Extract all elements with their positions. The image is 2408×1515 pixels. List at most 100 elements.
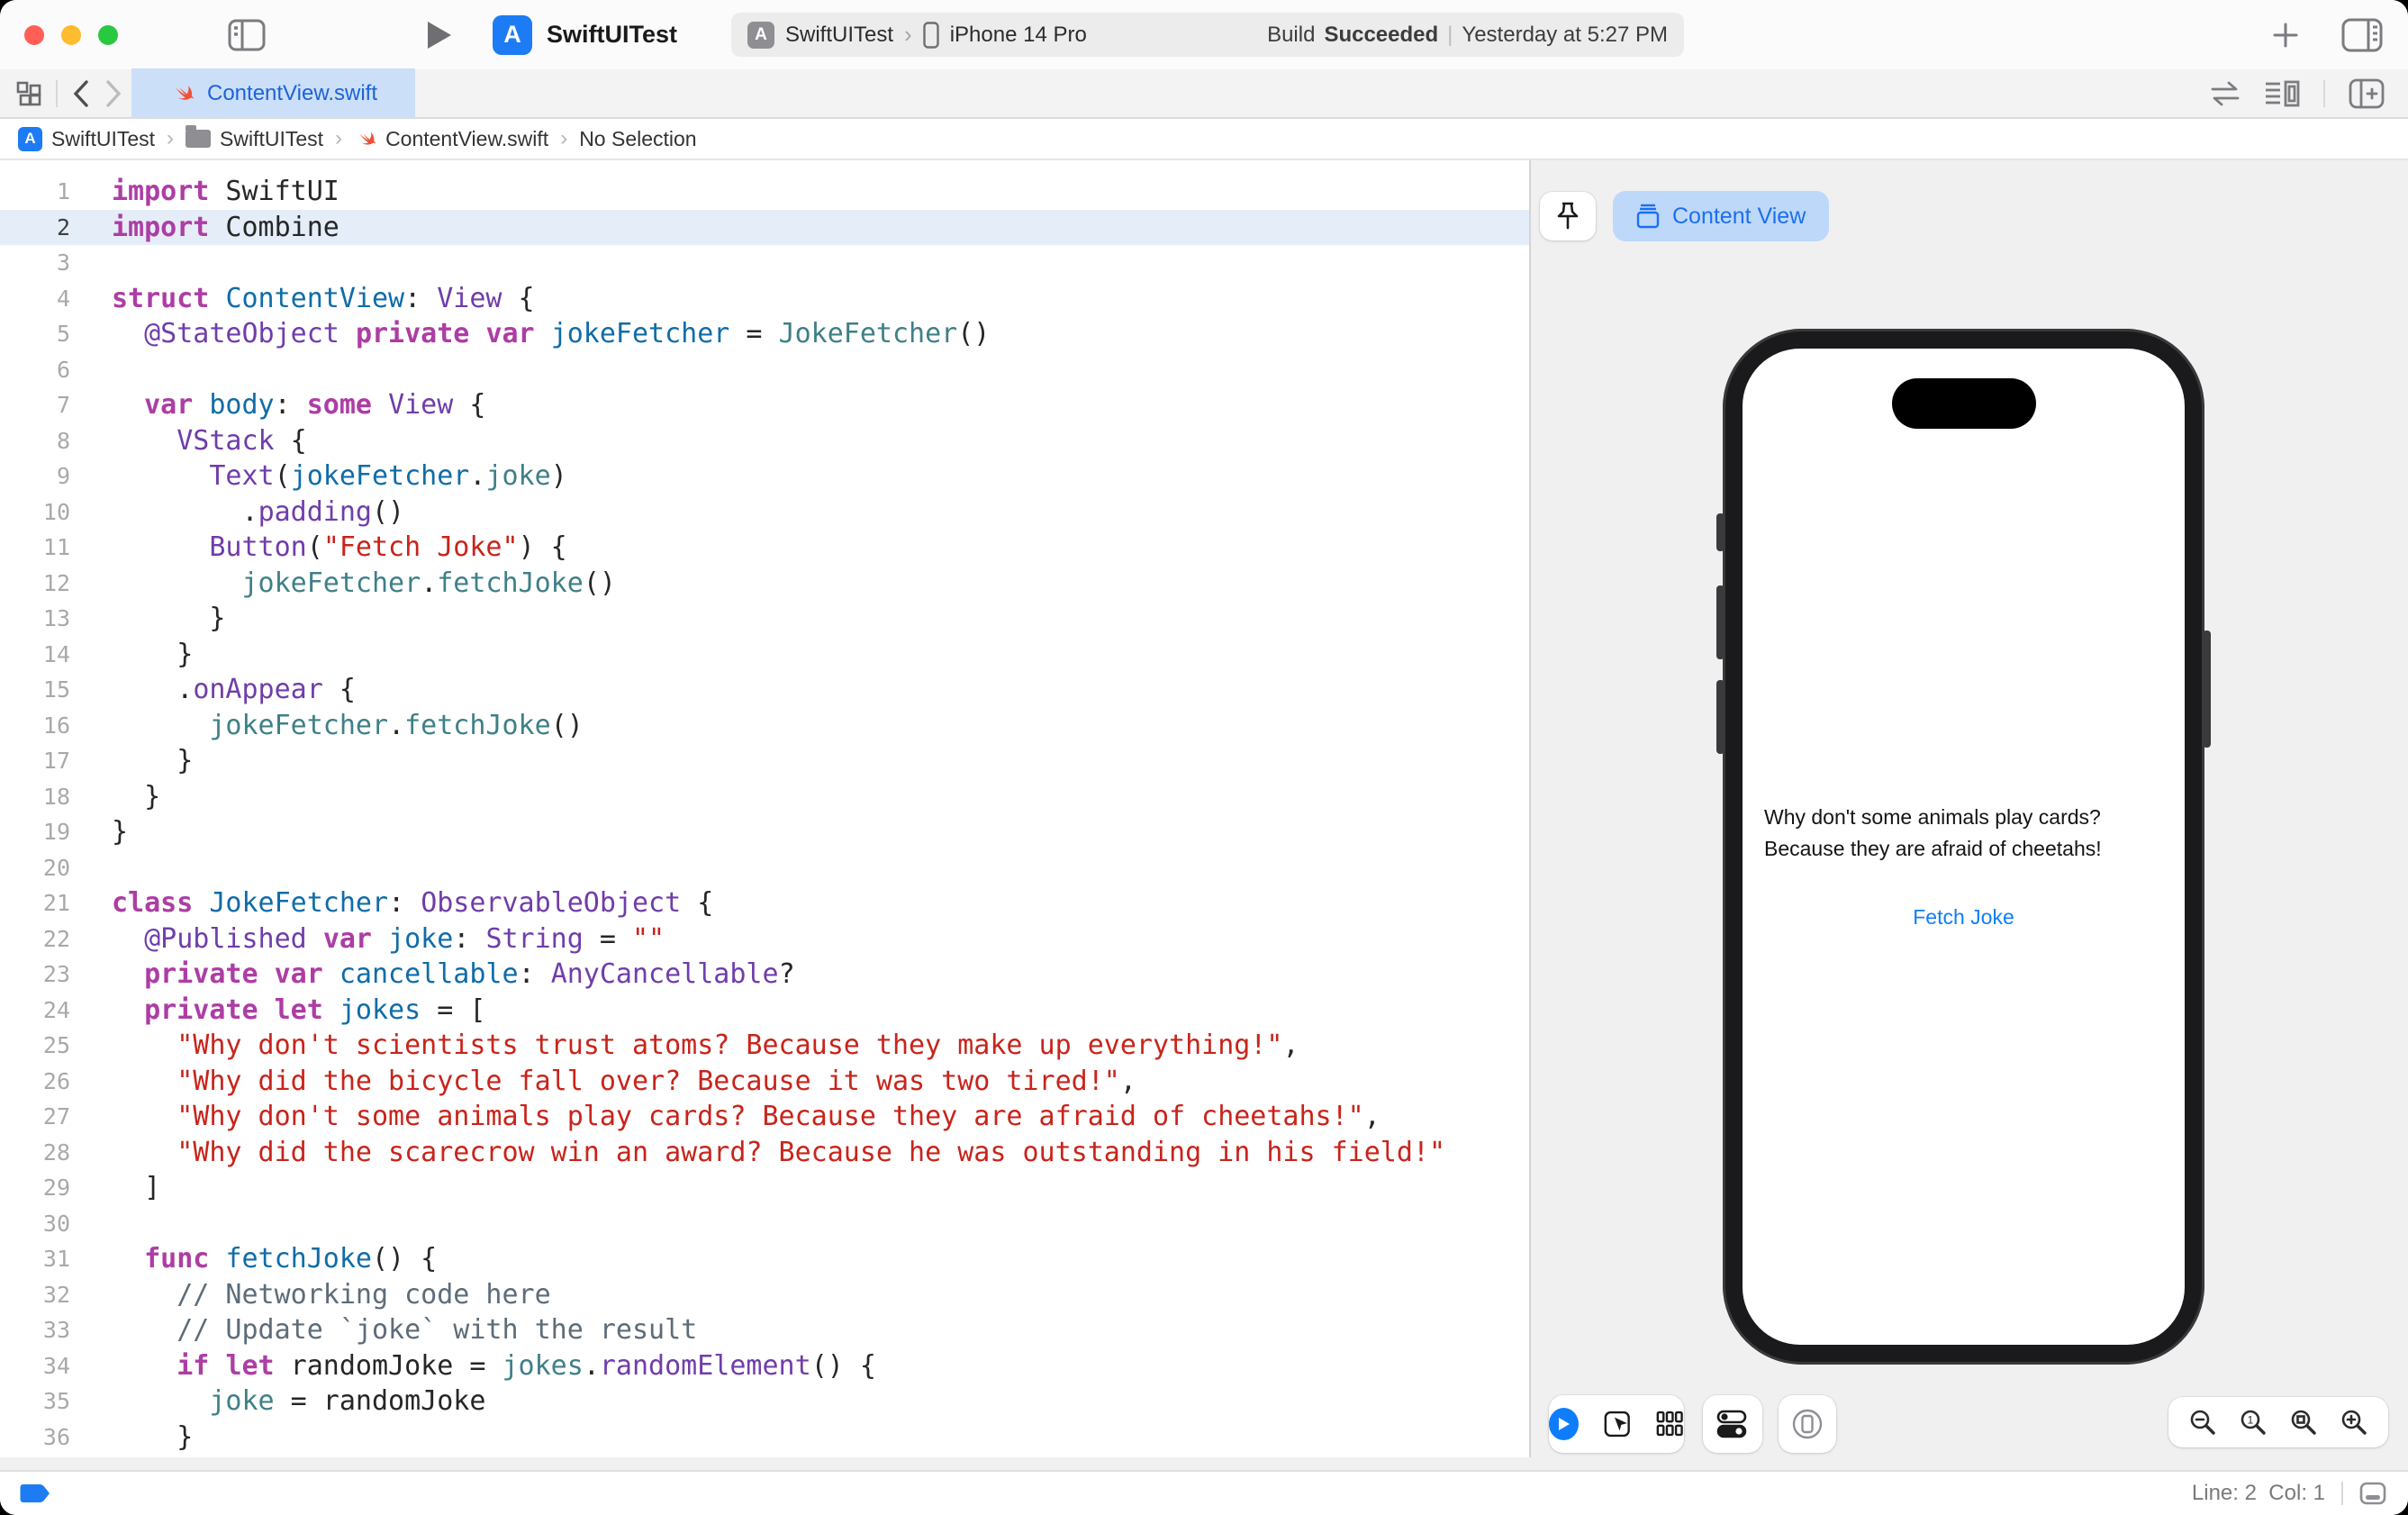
scheme-project[interactable]: SwiftUITest bbox=[785, 23, 893, 48]
line-number[interactable]: 24 bbox=[0, 993, 83, 1029]
code-line[interactable]: 34 if let randomJoke = jokes.randomEleme… bbox=[0, 1348, 1529, 1384]
code-line[interactable]: 16 jokeFetcher.fetchJoke() bbox=[0, 708, 1529, 744]
add-editor-icon[interactable] bbox=[2349, 78, 2385, 109]
code-line[interactable]: 27 "Why don't some animals play cards? B… bbox=[0, 1099, 1529, 1135]
code-line[interactable]: 11 Button("Fetch Joke") { bbox=[0, 530, 1529, 566]
line-number[interactable]: 23 bbox=[0, 957, 83, 993]
variants-mode-icon[interactable] bbox=[1656, 1410, 1684, 1438]
code-line[interactable]: 17 } bbox=[0, 743, 1529, 779]
code-line[interactable]: 25 "Why don't scientists trust atoms? Be… bbox=[0, 1028, 1529, 1064]
line-number[interactable]: 30 bbox=[0, 1206, 83, 1242]
code-line[interactable]: 8 VStack { bbox=[0, 423, 1529, 459]
inspector-sidebar-toggle-icon[interactable] bbox=[2341, 18, 2383, 52]
tab-contentview-swift[interactable]: ContentView.swift bbox=[131, 68, 415, 118]
line-number[interactable]: 34 bbox=[0, 1348, 83, 1384]
line-number[interactable]: 27 bbox=[0, 1099, 83, 1135]
line-number[interactable]: 7 bbox=[0, 387, 83, 423]
code-line[interactable]: 21 class JokeFetcher: ObservableObject { bbox=[0, 885, 1529, 921]
code-line[interactable]: 18 } bbox=[0, 779, 1529, 815]
line-number[interactable]: 9 bbox=[0, 458, 83, 494]
live-preview-button[interactable] bbox=[1549, 1408, 1580, 1440]
line-number[interactable]: 31 bbox=[0, 1241, 83, 1277]
zoom-100-icon[interactable]: 1 bbox=[2239, 1408, 2268, 1437]
line-number[interactable]: 28 bbox=[0, 1135, 83, 1171]
plus-icon[interactable] bbox=[2273, 23, 2298, 48]
line-number[interactable]: 19 bbox=[0, 814, 83, 850]
code-line[interactable]: 5 @StateObject private var jokeFetcher =… bbox=[0, 316, 1529, 352]
line-number[interactable]: 4 bbox=[0, 281, 83, 317]
code-line[interactable]: 19} bbox=[0, 814, 1529, 850]
line-number[interactable]: 1 bbox=[0, 174, 83, 210]
line-number[interactable]: 33 bbox=[0, 1312, 83, 1348]
code-line[interactable]: 3 bbox=[0, 245, 1529, 281]
line-number[interactable]: 21 bbox=[0, 885, 83, 921]
navigator-sidebar-toggle-icon[interactable] bbox=[228, 19, 266, 51]
code-line[interactable]: 26 "Why did the bicycle fall over? Becau… bbox=[0, 1064, 1529, 1100]
code-line[interactable]: 20 bbox=[0, 850, 1529, 886]
code-line[interactable]: 22 @Published var joke: String = "" bbox=[0, 921, 1529, 957]
code-line[interactable]: 15 .onAppear { bbox=[0, 672, 1529, 708]
minimap-icon[interactable] bbox=[2264, 79, 2300, 108]
line-number[interactable]: 14 bbox=[0, 637, 83, 673]
line-number[interactable]: 2 bbox=[0, 210, 83, 246]
line-number[interactable]: 6 bbox=[0, 352, 83, 388]
line-number[interactable]: 29 bbox=[0, 1170, 83, 1206]
line-number[interactable]: 11 bbox=[0, 530, 83, 566]
code-line[interactable]: 13 } bbox=[0, 601, 1529, 637]
code-line[interactable]: 1 import SwiftUI bbox=[0, 174, 1529, 210]
swap-editors-icon[interactable] bbox=[2210, 80, 2241, 107]
pin-preview-button[interactable] bbox=[1540, 192, 1596, 240]
line-number[interactable]: 20 bbox=[0, 850, 83, 886]
code-line[interactable]: 24 private let jokes = [ bbox=[0, 993, 1529, 1029]
line-number[interactable]: 5 bbox=[0, 316, 83, 352]
code-line[interactable]: 7 var body: some View { bbox=[0, 387, 1529, 423]
line-number[interactable]: 8 bbox=[0, 423, 83, 459]
line-number[interactable]: 22 bbox=[0, 921, 83, 957]
code-line[interactable]: 6 bbox=[0, 352, 1529, 388]
canvas-device-chip[interactable]: Content View bbox=[1613, 191, 1830, 241]
device-settings-icon[interactable] bbox=[1716, 1410, 1749, 1438]
code-line[interactable]: 10 .padding() bbox=[0, 494, 1529, 531]
breadcrumb-item[interactable]: SwiftUITest bbox=[186, 125, 323, 151]
line-number[interactable]: 32 bbox=[0, 1277, 83, 1313]
code-line[interactable]: 29 ] bbox=[0, 1170, 1529, 1206]
scheme-selector[interactable]: A SwiftUITest › iPhone 14 Pro Build Succ… bbox=[731, 13, 1684, 57]
source-editor[interactable]: 1 import SwiftUI 2 import Combine 3 4 struct C… bbox=[0, 160, 1531, 1457]
bottom-bar-toggle-icon[interactable] bbox=[2359, 1482, 2386, 1505]
back-chevron-icon[interactable] bbox=[72, 79, 90, 108]
build-status[interactable]: Build Succeeded | Yesterday at 5:27 PM bbox=[1267, 23, 1668, 48]
zoom-fit-icon[interactable] bbox=[2289, 1408, 2318, 1437]
related-items-icon[interactable] bbox=[16, 81, 41, 106]
breadcrumb-item[interactable]: ContentView.swift bbox=[354, 127, 548, 151]
line-number[interactable]: 25 bbox=[0, 1028, 83, 1064]
line-number[interactable]: 35 bbox=[0, 1383, 83, 1420]
fetch-joke-button[interactable]: Fetch Joke bbox=[1743, 905, 2185, 930]
code-line[interactable]: 2 import Combine bbox=[0, 209, 1529, 246]
line-number[interactable]: 26 bbox=[0, 1064, 83, 1100]
code-line[interactable]: 30 bbox=[0, 1206, 1529, 1242]
minimize-button[interactable] bbox=[61, 24, 81, 45]
code-line[interactable]: 12 jokeFetcher.fetchJoke() bbox=[0, 566, 1529, 602]
line-number[interactable]: 12 bbox=[0, 566, 83, 602]
code-line[interactable]: 33 // Update `joke` with the result bbox=[0, 1312, 1529, 1348]
code-line[interactable]: 23 private var cancellable: AnyCancellab… bbox=[0, 957, 1529, 993]
line-number[interactable]: 15 bbox=[0, 672, 83, 708]
scheme-destination[interactable]: iPhone 14 Pro bbox=[950, 23, 1087, 48]
code-area[interactable]: 1 import SwiftUI 2 import Combine 3 4 struct C… bbox=[0, 160, 1529, 1455]
zoom-out-icon[interactable] bbox=[2188, 1408, 2217, 1437]
code-line[interactable]: 4 struct ContentView: View { bbox=[0, 281, 1529, 317]
line-number[interactable]: 13 bbox=[0, 601, 83, 637]
close-button[interactable] bbox=[24, 24, 44, 45]
line-number[interactable]: 3 bbox=[0, 245, 83, 281]
line-number[interactable]: 18 bbox=[0, 779, 83, 815]
breadcrumb-item[interactable]: No Selection bbox=[579, 127, 696, 151]
code-line[interactable]: 14 } bbox=[0, 637, 1529, 673]
code-line[interactable]: 35 joke = randomJoke bbox=[0, 1383, 1529, 1420]
code-line[interactable]: 31 func fetchJoke() { bbox=[0, 1241, 1529, 1277]
forward-chevron-icon[interactable] bbox=[104, 79, 122, 108]
selectable-mode-icon[interactable] bbox=[1604, 1410, 1631, 1438]
breadcrumb-item[interactable]: A SwiftUITest bbox=[18, 126, 155, 151]
code-line[interactable]: 32 // Networking code here bbox=[0, 1277, 1529, 1313]
fullscreen-button[interactable] bbox=[98, 24, 118, 45]
code-line[interactable]: 28 "Why did the scarecrow win an award? … bbox=[0, 1135, 1529, 1171]
